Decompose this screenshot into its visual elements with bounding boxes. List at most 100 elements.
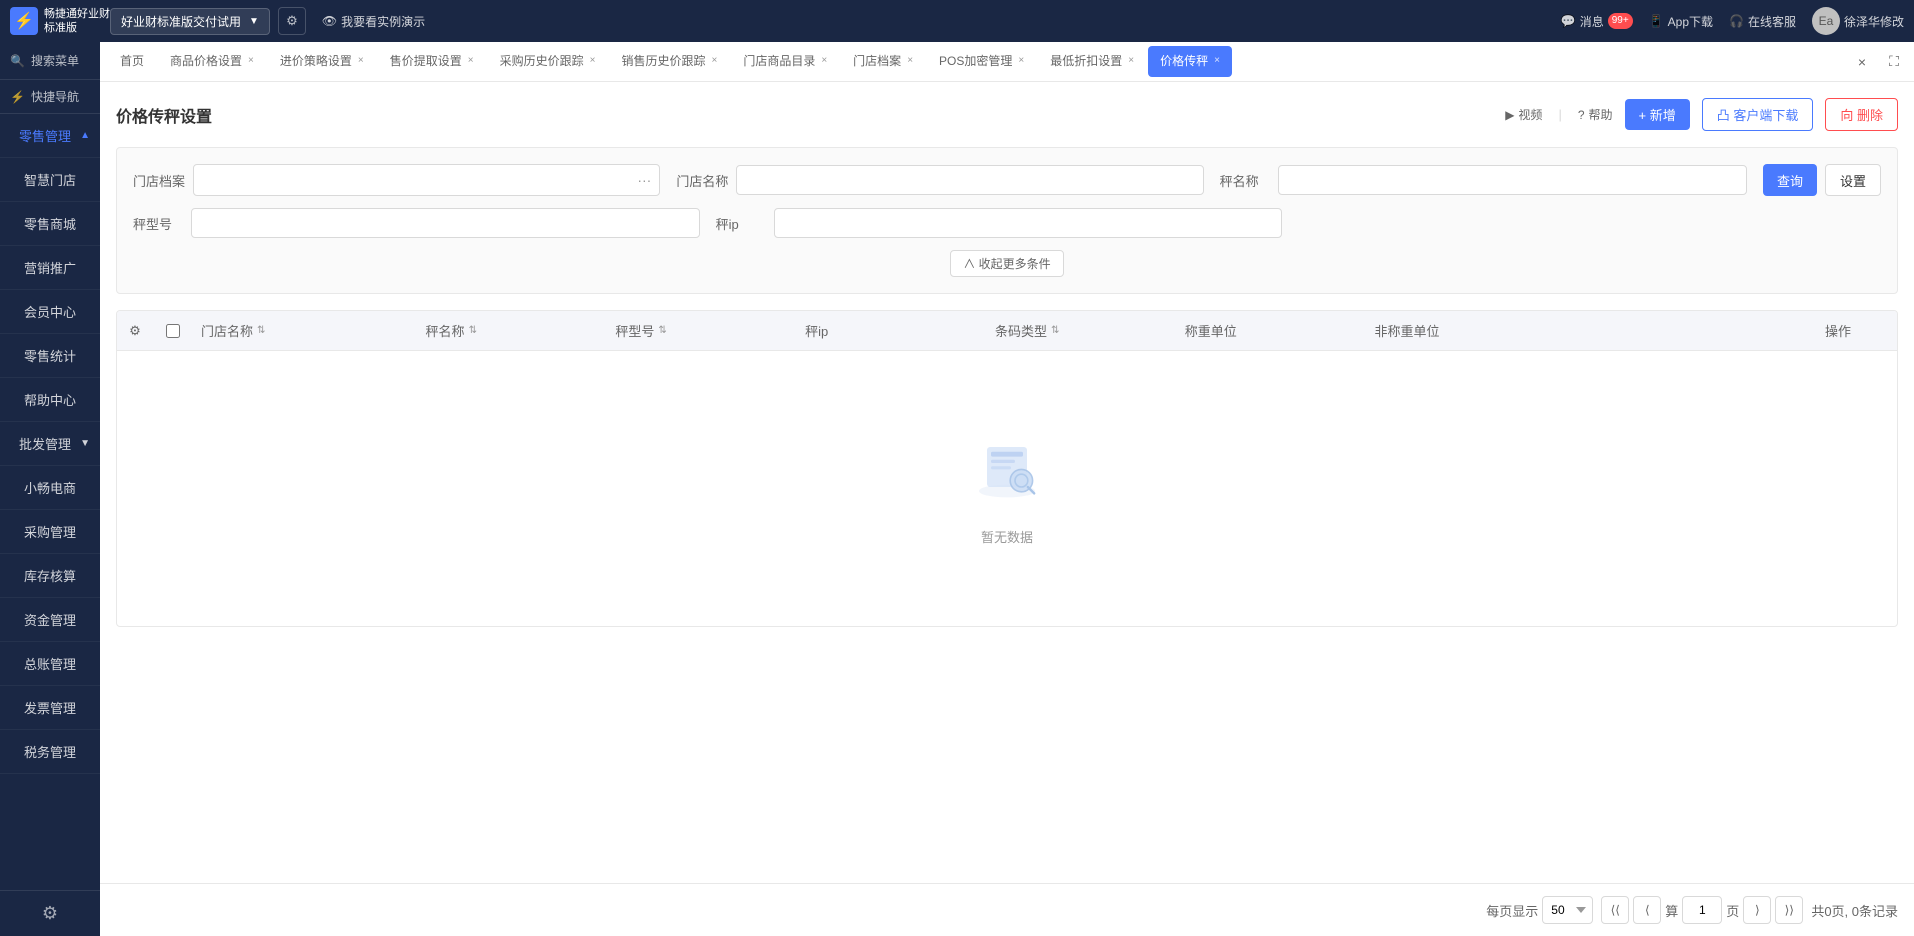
tab-close-icon[interactable]: × [907, 55, 913, 66]
divider: | [1558, 107, 1561, 122]
eye-icon: 👁 [322, 14, 337, 28]
tab-close-all-button[interactable]: × [1850, 50, 1874, 74]
video-link[interactable]: ▶ 视频 [1505, 106, 1542, 123]
col-barcode-type-header[interactable]: 条码类型 ⇅ [987, 321, 1177, 340]
logo-text: 畅捷通好业财 标准版 [44, 7, 110, 36]
tab-close-icon[interactable]: × [468, 55, 474, 66]
col-settings[interactable]: ⚙ [117, 323, 153, 339]
sort-icon: ⇅ [658, 325, 666, 336]
next-page-button[interactable]: ⟩ [1743, 896, 1771, 924]
tab-close-icon[interactable]: × [1214, 55, 1220, 66]
sidebar-item-purchase[interactable]: 采购管理 [0, 510, 100, 554]
tab-close-icon[interactable]: × [821, 55, 827, 66]
tab-sale-price[interactable]: 售价提取设置 × [378, 46, 486, 77]
last-page-button[interactable]: ⟩⟩ [1775, 896, 1803, 924]
col-scale-name-header[interactable]: 秤名称 ⇅ [418, 321, 608, 340]
sidebar-quick-nav[interactable]: ⚡ 快捷导航 [0, 80, 100, 114]
settings-icon[interactable]: ⚙ [278, 7, 306, 35]
page-title: 价格传秤设置 [116, 103, 212, 127]
table-header: ⚙ 门店名称 ⇅ 秤名称 ⇅ 秤型号 ⇅ [117, 311, 1897, 351]
tab-store-file[interactable]: 门店档案 × [841, 46, 925, 77]
collapse-button[interactable]: ∧ 收起更多条件 [950, 250, 1063, 277]
tab-close-icon[interactable]: × [358, 55, 364, 66]
store-name-input[interactable] [736, 165, 1203, 195]
sidebar-settings[interactable]: ⚙ [0, 890, 100, 936]
message-badge: 99+ [1608, 13, 1633, 29]
sidebar-item-member-center[interactable]: 会员中心 [0, 290, 100, 334]
download-icon: 📱 [1649, 14, 1664, 28]
app-download-button[interactable]: 📱 App下载 [1649, 13, 1713, 30]
demo-button[interactable]: 👁 我要看实例演示 [322, 13, 425, 30]
tab-expand-icon[interactable]: ⛶ [1882, 50, 1906, 74]
tab-sales-history[interactable]: 销售历史价跟踪 × [609, 46, 729, 77]
scale-ip-label: 秤ip [716, 214, 766, 233]
avatar: Ea [1812, 7, 1840, 35]
filter-row-1: 门店档案 ··· 门店名称 秤名称 [133, 164, 1881, 196]
scale-model-label: 秤型号 [133, 214, 183, 233]
user-menu[interactable]: Ea 徐泽华修改 [1812, 7, 1904, 35]
settings-button[interactable]: 设置 [1825, 164, 1881, 196]
sidebar-item-smart-store[interactable]: 智慧门店 [0, 158, 100, 202]
sidebar-item-help-center[interactable]: 帮助中心 [0, 378, 100, 422]
tab-purchase-strategy[interactable]: 进价策略设置 × [268, 46, 376, 77]
empty-state: 暂无数据 [117, 351, 1897, 626]
filter-form: 门店档案 ··· 门店名称 秤名称 [116, 147, 1898, 294]
first-page-button[interactable]: ⟨⟨ [1601, 896, 1629, 924]
scale-name-input[interactable] [1278, 165, 1747, 195]
scale-name-field: 秤名称 [1220, 165, 1747, 195]
client-download-button[interactable]: 凸 客户端下载 [1702, 98, 1814, 131]
sidebar-item-wholesale[interactable]: 批发管理 ▼ [0, 422, 100, 466]
version-selector[interactable]: 好业财标准版交付试用 ▼ [110, 8, 270, 35]
online-service-button[interactable]: 🎧 在线客服 [1729, 13, 1796, 30]
tab-purchase-history[interactable]: 采购历史价跟踪 × [488, 46, 608, 77]
select-all-checkbox[interactable] [166, 324, 180, 338]
sidebar-item-ledger[interactable]: 总账管理 [0, 642, 100, 686]
messages-button[interactable]: 💬 消息 99+ [1561, 13, 1633, 30]
page-input-label: 算 [1665, 901, 1678, 920]
add-button[interactable]: + 新增 [1625, 99, 1690, 130]
tab-close-icon[interactable]: × [711, 55, 717, 66]
sidebar-item-tax[interactable]: 税务管理 [0, 730, 100, 774]
tab-product-price[interactable]: 商品价格设置 × [158, 46, 266, 77]
sidebar-search[interactable]: 🔍 搜索菜单 [0, 42, 100, 80]
tab-store-catalog[interactable]: 门店商品目录 × [731, 46, 839, 77]
store-file-input[interactable] [194, 165, 629, 195]
help-icon: ? [1578, 108, 1585, 122]
sidebar-item-retail-mall[interactable]: 零售商城 [0, 202, 100, 246]
settings-gear-icon: ⚙ [42, 903, 58, 924]
page-nav: ⟨⟨ ⟨ 算 页 ⟩ ⟩⟩ [1601, 896, 1803, 924]
per-page-select[interactable]: 50 10 20 100 [1542, 896, 1593, 924]
tab-pos-encryption[interactable]: POS加密管理 × [927, 46, 1036, 77]
sidebar-item-ecommerce[interactable]: 小畅电商 [0, 466, 100, 510]
tab-price-transfer[interactable]: 价格传秤 × [1148, 46, 1232, 77]
tab-close-icon[interactable]: × [590, 55, 596, 66]
sidebar-item-retail-management[interactable]: 零售管理 ▲ [0, 114, 100, 158]
chevron-down-icon: ▼ [80, 438, 90, 449]
collapse-row: ∧ 收起更多条件 [133, 250, 1881, 277]
query-button[interactable]: 查询 [1763, 164, 1817, 196]
nav-icon: ⚡ [10, 90, 25, 104]
tab-close-icon[interactable]: × [248, 55, 254, 66]
data-table: ⚙ 门店名称 ⇅ 秤名称 ⇅ 秤型号 ⇅ [116, 310, 1898, 627]
delete-button[interactable]: 向 删除 [1825, 98, 1898, 131]
prev-page-button[interactable]: ⟨ [1633, 896, 1661, 924]
store-file-btn[interactable]: ··· [629, 172, 659, 188]
sidebar-item-finance[interactable]: 资金管理 [0, 598, 100, 642]
sidebar-item-invoice[interactable]: 发票管理 [0, 686, 100, 730]
sidebar-item-inventory[interactable]: 库存核算 [0, 554, 100, 598]
tab-close-icon[interactable]: × [1128, 55, 1134, 66]
sidebar-item-marketing[interactable]: 营销推广 [0, 246, 100, 290]
page-number-input[interactable] [1682, 896, 1722, 924]
tab-close-icon[interactable]: × [1018, 55, 1024, 66]
tab-min-discount[interactable]: 最低折扣设置 × [1038, 46, 1146, 77]
empty-text: 暂无数据 [981, 527, 1033, 546]
scale-model-input[interactable] [191, 208, 700, 238]
sort-icon: ⇅ [469, 325, 477, 336]
col-scale-model-header[interactable]: 秤型号 ⇅ [607, 321, 797, 340]
sidebar-item-retail-stats[interactable]: 零售统计 [0, 334, 100, 378]
scale-ip-input[interactable] [774, 208, 1283, 238]
tab-home[interactable]: 首页 [108, 46, 156, 77]
col-store-name-header[interactable]: 门店名称 ⇅ [193, 321, 418, 340]
help-link[interactable]: ? 帮助 [1578, 106, 1613, 123]
store-name-label: 门店名称 [676, 171, 728, 190]
